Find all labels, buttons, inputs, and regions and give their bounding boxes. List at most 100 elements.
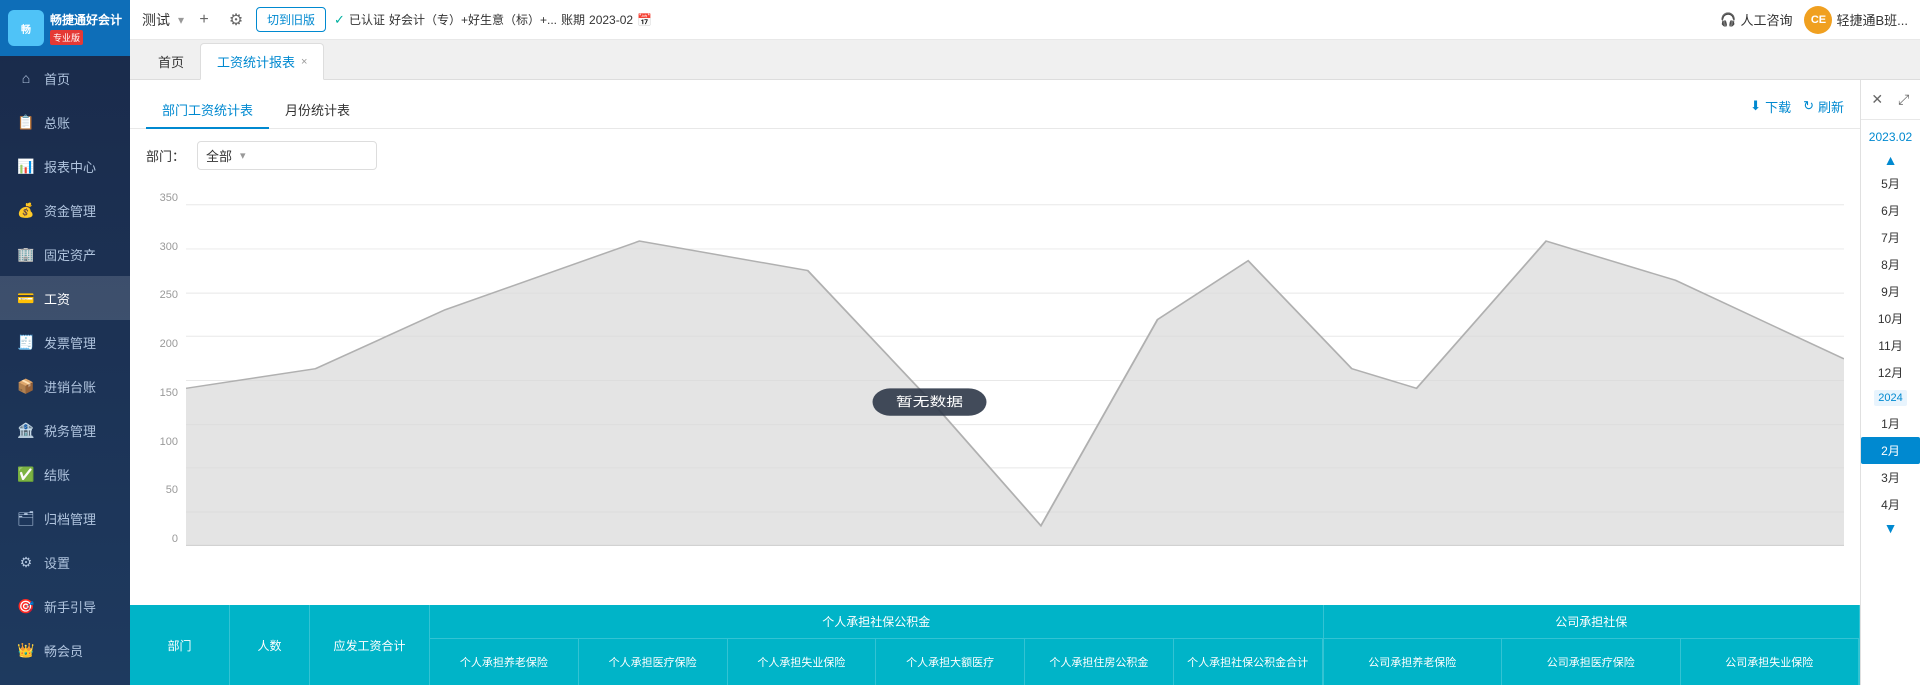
sidebar-item-home[interactable]: ⌂ 首页	[0, 56, 130, 100]
period-value: 2023-02	[589, 13, 633, 27]
sidebar-label-archive: 归档管理	[44, 509, 96, 528]
salary-icon: 💳	[16, 288, 36, 308]
tab-close-btn[interactable]: ×	[301, 56, 307, 68]
month-dec[interactable]: 12月	[1861, 359, 1920, 386]
settings-icon: ⚙	[16, 552, 36, 572]
col-department: 部门	[130, 605, 230, 685]
y-label-50: 50	[148, 484, 178, 496]
period-label: 账期	[561, 11, 585, 28]
sub-tab-monthly[interactable]: 月份统计表	[269, 92, 366, 129]
sidebar-item-tax[interactable]: 🏦 税务管理	[0, 408, 130, 452]
sidebar-item-reports[interactable]: 📊 报表中心	[0, 144, 130, 188]
tab-salary-report[interactable]: 工资统计报表 ×	[200, 43, 324, 80]
month-jun[interactable]: 6月	[1861, 197, 1920, 224]
month-nav-up[interactable]: ▲	[1882, 150, 1900, 170]
col-personal-pension: 个人承担养老保险	[430, 639, 579, 685]
sidebar-item-capital[interactable]: 💰 资金管理	[0, 188, 130, 232]
topbar-title: 测试	[142, 10, 170, 30]
sidebar-label-salary: 工资	[44, 289, 70, 308]
main-area: 测试 ▾ + ⚙ 切到旧版 ✓ 已认证 好会计（专）+好生意（标）+... 账期…	[130, 0, 1920, 685]
month-picker: 2023.02 ▲ 5月 6月 7月 8月 9月 10月 11月 12月 202…	[1861, 120, 1920, 685]
right-panel-header: ✕ ⤢	[1861, 80, 1920, 120]
tab-bar: 首页 工资统计报表 ×	[130, 40, 1920, 80]
department-select[interactable]: 全部 ▾	[197, 141, 377, 170]
user-avatar: CE	[1804, 6, 1832, 34]
certified-label: 已认证	[349, 11, 385, 28]
tags-label: 好会计（专）+好生意（标）+...	[389, 11, 557, 28]
month-nav-down[interactable]: ▼	[1882, 518, 1900, 538]
topbar-plus-btn[interactable]: +	[192, 8, 216, 32]
logo-text: 畅捷通好会计 专业版	[50, 11, 122, 45]
group-company-header: 公司承担社保	[1324, 605, 1860, 639]
sidebar-label-newbie: 新手引导	[44, 597, 96, 616]
sidebar: 畅 畅捷通好会计 专业版 ⌂ 首页 📋 总账 📊 报表中心 💰 资金管理 🏢 固…	[0, 0, 130, 685]
sidebar-item-sales[interactable]: 📦 进销台账	[0, 364, 130, 408]
help-btn[interactable]: 🎧 人工咨询	[1720, 10, 1792, 29]
sidebar-item-settings[interactable]: ⚙ 设置	[0, 540, 130, 584]
col-group-personal: 个人承担社保公积金 个人承担养老保险 个人承担医疗保险 个人承担失业保险 个人承…	[430, 605, 1324, 685]
sidebar-label-reports: 报表中心	[44, 157, 96, 176]
month-sep[interactable]: 9月	[1861, 278, 1920, 305]
month-nov[interactable]: 11月	[1861, 332, 1920, 359]
y-label-0: 0	[148, 533, 178, 545]
y-label-250: 250	[148, 289, 178, 301]
y-label-150: 150	[148, 387, 178, 399]
sidebar-item-salary[interactable]: 💳 工资	[0, 276, 130, 320]
tab-home[interactable]: 首页	[142, 44, 200, 79]
right-panel: ✕ ⤢ 2023.02 ▲ 5月 6月 7月 8月 9月 10月 11月 12月	[1860, 80, 1920, 685]
expand-panel-btn[interactable]: ⤢	[1894, 89, 1915, 111]
month-jul[interactable]: 7月	[1861, 224, 1920, 251]
sidebar-item-assets[interactable]: 🏢 固定资产	[0, 232, 130, 276]
topbar-dropdown-arrow[interactable]: ▾	[178, 13, 184, 27]
refresh-icon: ↻	[1803, 98, 1814, 114]
month-aug[interactable]: 8月	[1861, 251, 1920, 278]
switch-to-old-btn[interactable]: 切到旧版	[256, 7, 326, 32]
sidebar-item-ledger[interactable]: 📋 总账	[0, 100, 130, 144]
archive-icon: 🗂	[16, 508, 36, 528]
topbar-settings-btn[interactable]: ⚙	[224, 8, 248, 32]
download-icon: ⬇	[1750, 98, 1761, 114]
topbar-right: 🎧 人工咨询 CE 轻捷通B班...	[1720, 6, 1908, 34]
month-mar[interactable]: 3月	[1861, 464, 1920, 491]
sidebar-label-settings: 设置	[44, 553, 70, 572]
calendar-icon[interactable]: 📅	[637, 13, 652, 27]
download-btn[interactable]: ⬇ 下载	[1750, 97, 1791, 116]
chart-container: 0 50 100 150 200 250 300 350	[130, 182, 1860, 605]
ledger-icon: 📋	[16, 112, 36, 132]
sidebar-item-archive[interactable]: 🗂 归档管理	[0, 496, 130, 540]
col-personal-housing: 个人承担住房公积金	[1025, 639, 1174, 685]
col-total-salary: 应发工资合计	[310, 605, 430, 685]
sub-tab-department[interactable]: 部门工资统计表	[146, 92, 269, 129]
filter-row: 部门： 全部 ▾	[130, 129, 1860, 182]
col-headcount: 人数	[230, 605, 310, 685]
user-menu-btn[interactable]: CE 轻捷通B班...	[1804, 6, 1908, 34]
month-jan[interactable]: 1月	[1861, 410, 1920, 437]
assets-icon: 🏢	[16, 244, 36, 264]
sidebar-item-settle[interactable]: ✅ 结账	[0, 452, 130, 496]
month-may[interactable]: 5月	[1861, 170, 1920, 197]
sidebar-label-assets: 固定资产	[44, 245, 96, 264]
year-2024-tag: 2024	[1874, 390, 1906, 406]
sidebar-item-newbie[interactable]: 🎯 新手引导	[0, 584, 130, 628]
group-company-children: 公司承担养老保险 公司承担医疗保险 公司承担失业保险	[1324, 639, 1860, 685]
col-personal-total: 个人承担社保公积金合计	[1174, 639, 1323, 685]
select-arrow-icon: ▾	[240, 149, 246, 162]
month-feb-active[interactable]: 2月	[1861, 437, 1920, 464]
sidebar-item-invoice[interactable]: 🧾 发票管理	[0, 320, 130, 364]
month-apr[interactable]: 4月	[1861, 491, 1920, 518]
svg-text:暂无数据: 暂无数据	[896, 395, 963, 410]
col-personal-major-medical: 个人承担大额医疗	[876, 639, 1025, 685]
member-icon: 👑	[16, 640, 36, 660]
filter-label: 部门：	[146, 146, 185, 165]
y-label-200: 200	[148, 338, 178, 350]
sidebar-label-invoice: 发票管理	[44, 333, 96, 352]
sidebar-item-member[interactable]: 👑 畅会员	[0, 628, 130, 672]
year-label[interactable]: 2023.02	[1861, 124, 1920, 150]
col-personal-medical: 个人承担医疗保险	[579, 639, 728, 685]
month-oct[interactable]: 10月	[1861, 305, 1920, 332]
content-main: 部门工资统计表 月份统计表 ⬇ 下载 ↻ 刷新	[130, 80, 1860, 685]
bottom-table: 部门 人数 应发工资合计 个人承担社保公积金 个人承担养老保险 个人承担医疗保险…	[130, 605, 1860, 685]
refresh-btn[interactable]: ↻ 刷新	[1803, 97, 1844, 116]
close-panel-btn[interactable]: ✕	[1867, 89, 1888, 111]
sales-icon: 📦	[16, 376, 36, 396]
